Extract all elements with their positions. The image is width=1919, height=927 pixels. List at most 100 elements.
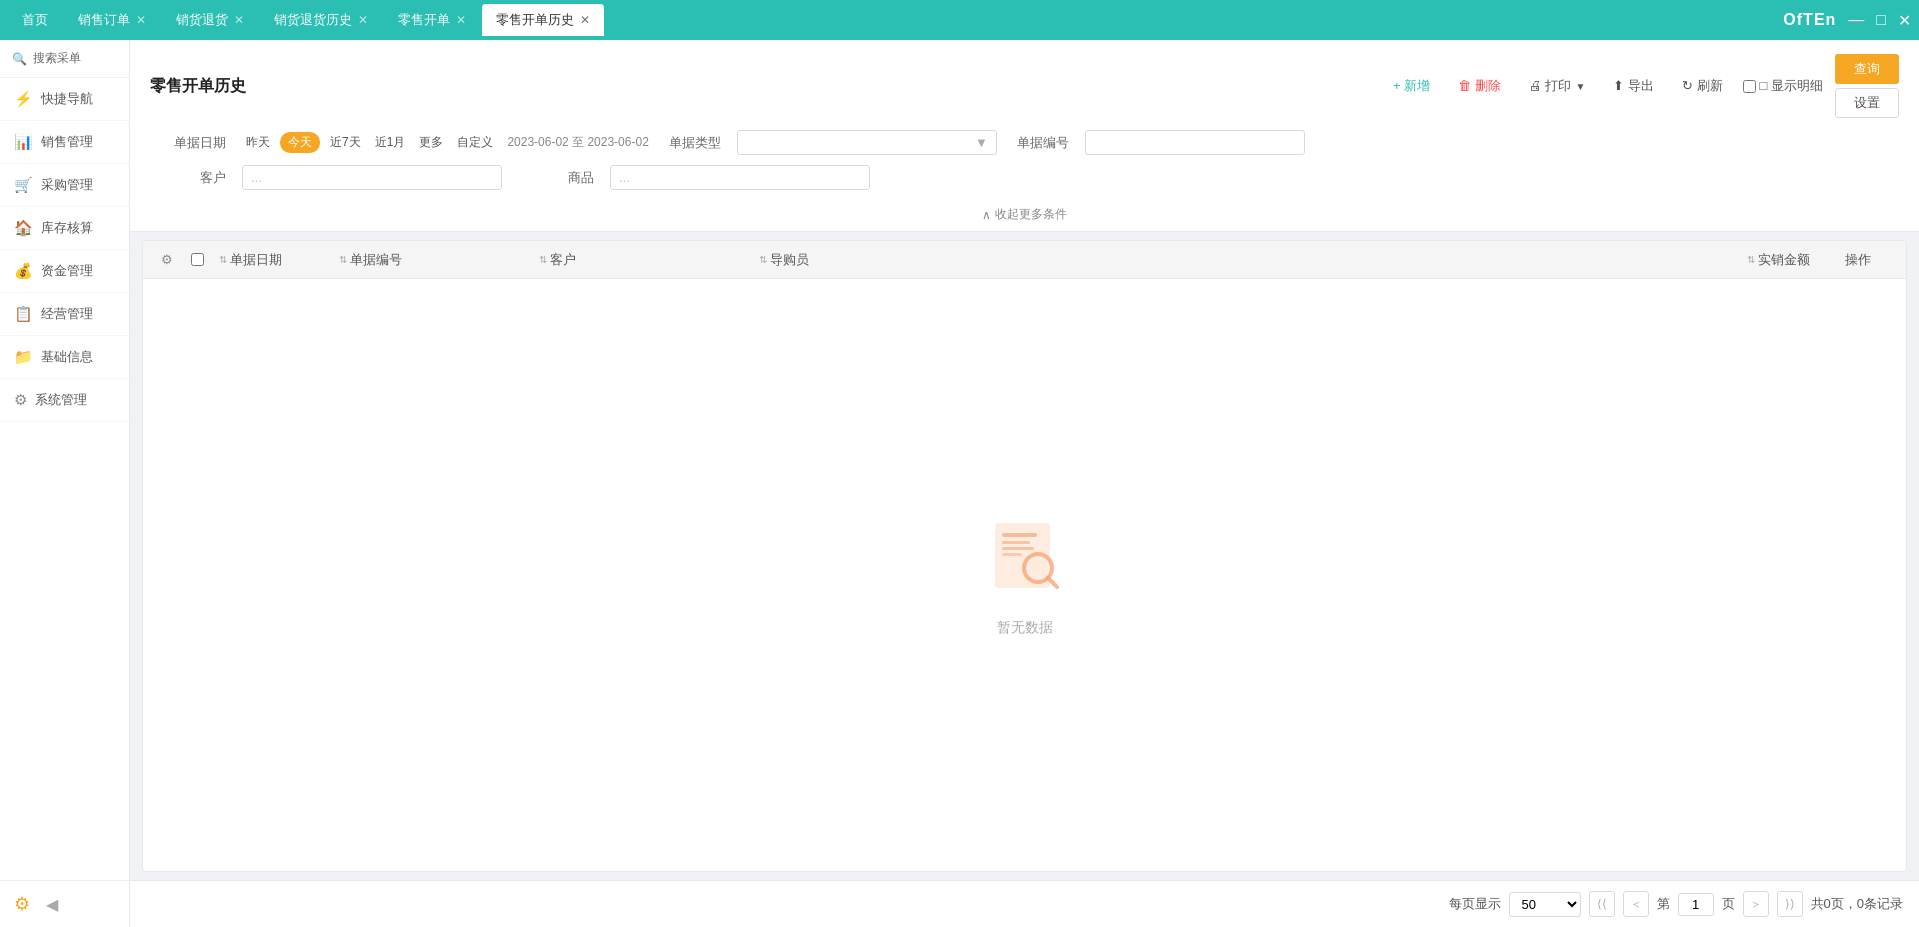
sidebar-item-operations[interactable]: 📋 经营管理 bbox=[0, 293, 129, 336]
last-page-button[interactable]: ⟩⟩ bbox=[1777, 891, 1803, 917]
sidebar-item-inventory-label: 库存核算 bbox=[41, 219, 93, 237]
display-detail-checkbox[interactable] bbox=[1743, 80, 1756, 93]
delete-button-label: 🗑 删除 bbox=[1458, 77, 1501, 95]
export-button[interactable]: ⬆ 导出 bbox=[1605, 73, 1662, 99]
tab-retail-open-history[interactable]: 零售开单历史 ✕ bbox=[482, 4, 604, 36]
print-button[interactable]: 🖨 打印 ▼ bbox=[1521, 73, 1594, 99]
brand-label: OfTEn bbox=[1783, 11, 1836, 29]
close-tab-sales-order-icon[interactable]: ✕ bbox=[136, 13, 146, 27]
tab-sales-return-history-label: 销货退货历史 bbox=[274, 11, 352, 29]
date-opt-yesterday[interactable]: 昨天 bbox=[242, 132, 274, 153]
sys-mgmt-icon: ⚙ bbox=[14, 391, 27, 409]
per-page-label: 每页显示 bbox=[1449, 895, 1501, 913]
close-tab-retail-open-history-icon[interactable]: ✕ bbox=[580, 13, 590, 27]
empty-state: 暂无数据 bbox=[143, 279, 1906, 871]
tab-sales-return-label: 销货退货 bbox=[176, 11, 228, 29]
select-all-checkbox[interactable] bbox=[191, 253, 204, 266]
bill-no-input[interactable] bbox=[1085, 130, 1305, 155]
th-customer-label: 客户 bbox=[550, 251, 576, 269]
table-header: ⚙ ⇅ 单据日期 ⇅ 单据编号 ⇅ 客户 ⇅ 导购员 bbox=[143, 241, 1906, 279]
sidebar-item-sales-mgmt-label: 销售管理 bbox=[41, 133, 93, 151]
per-page-select[interactable]: 50 100 200 bbox=[1509, 892, 1581, 917]
page-input[interactable] bbox=[1678, 893, 1714, 916]
sidebar-item-operations-label: 经营管理 bbox=[41, 305, 93, 323]
sidebar-item-purchase-mgmt-label: 采购管理 bbox=[41, 176, 93, 194]
display-toggle[interactable]: □ 显示明细 bbox=[1743, 77, 1823, 95]
close-window-icon[interactable]: ✕ bbox=[1898, 11, 1911, 30]
maximize-icon[interactable]: □ bbox=[1876, 11, 1886, 29]
date-opt-more[interactable]: 更多 bbox=[415, 132, 447, 153]
prev-page-button[interactable]: ＜ bbox=[1623, 891, 1649, 917]
close-tab-sales-return-icon[interactable]: ✕ bbox=[234, 13, 244, 27]
close-tab-retail-open-icon[interactable]: ✕ bbox=[456, 13, 466, 27]
collapse-filter-row[interactable]: ∧ 收起更多条件 bbox=[170, 200, 1879, 231]
query-button[interactable]: 查询 bbox=[1835, 54, 1899, 84]
tab-retail-open[interactable]: 零售开单 ✕ bbox=[384, 4, 480, 36]
sidebar-item-sales-mgmt[interactable]: 📊 销售管理 bbox=[0, 121, 129, 164]
tab-home[interactable]: 首页 bbox=[8, 4, 62, 36]
bill-no-filter-label: 单据编号 bbox=[1013, 134, 1069, 152]
next-page-button[interactable]: ＞ bbox=[1743, 891, 1769, 917]
date-opt-1month[interactable]: 近1月 bbox=[371, 132, 410, 153]
sidebar-settings-icon[interactable]: ⚙ bbox=[14, 893, 30, 915]
first-page-button[interactable]: ⟨⟨ bbox=[1589, 891, 1615, 917]
sidebar-search[interactable]: 🔍 搜索采单 bbox=[0, 40, 129, 78]
sort-amount-icon[interactable]: ⇅ bbox=[1747, 254, 1755, 265]
sort-no-icon[interactable]: ⇅ bbox=[339, 254, 347, 265]
content-area: 零售开单历史 + 新增 🗑 删除 🖨 打印 ▼ ⬆ 导出 bbox=[130, 40, 1919, 927]
refresh-button[interactable]: ↻ 刷新 bbox=[1674, 73, 1731, 99]
bill-type-filter-label: 单据类型 bbox=[665, 134, 721, 152]
filter-row-1: 单据日期 昨天 今天 近7天 近1月 更多 自定义 2023-06-02 至 2… bbox=[170, 130, 1879, 155]
sidebar: 🔍 搜索采单 ⚡ 快捷导航 📊 销售管理 🛒 采购管理 🏠 库存核算 💰 资金管… bbox=[0, 40, 130, 927]
close-tab-sales-return-history-icon[interactable]: ✕ bbox=[358, 13, 368, 27]
bill-type-select[interactable]: ▼ bbox=[737, 130, 997, 155]
collapse-icon: ∧ bbox=[982, 208, 991, 222]
filter-row-2: 客户 ... 商品 ... bbox=[170, 165, 1879, 190]
topbar-right: OfTEn — □ ✕ bbox=[1783, 11, 1911, 30]
table-settings-icon[interactable]: ⚙ bbox=[151, 252, 183, 267]
setting-button[interactable]: 设置 bbox=[1835, 88, 1899, 118]
sidebar-item-quick-nav[interactable]: ⚡ 快捷导航 bbox=[0, 78, 129, 121]
sidebar-collapse-icon[interactable]: ◀ bbox=[46, 895, 58, 914]
th-op: 操作 bbox=[1818, 251, 1898, 269]
sidebar-item-base-info[interactable]: 📁 基础信息 bbox=[0, 336, 129, 379]
base-info-icon: 📁 bbox=[14, 348, 33, 366]
th-op-label: 操作 bbox=[1845, 251, 1871, 269]
sort-guide-icon[interactable]: ⇅ bbox=[759, 254, 767, 265]
table-select-all-checkbox[interactable] bbox=[183, 253, 211, 266]
pagination-bar: 每页显示 50 100 200 ⟨⟨ ＜ 第 页 ＞ ⟩⟩ 共0页，0条记录 bbox=[130, 880, 1919, 927]
quick-nav-icon: ⚡ bbox=[14, 90, 33, 108]
sort-date-icon[interactable]: ⇅ bbox=[219, 254, 227, 265]
new-button[interactable]: + 新增 bbox=[1385, 73, 1438, 99]
svg-rect-4 bbox=[1002, 553, 1022, 556]
tab-sales-order[interactable]: 销售订单 ✕ bbox=[64, 4, 160, 36]
tab-sales-return-history[interactable]: 销货退货历史 ✕ bbox=[260, 4, 382, 36]
sort-customer-icon[interactable]: ⇅ bbox=[539, 254, 547, 265]
top-tabbar: 首页 销售订单 ✕ 销货退货 ✕ 销货退货历史 ✕ 零售开单 ✕ 零售开单历史 … bbox=[0, 0, 1919, 40]
total-label: 共0页，0条记录 bbox=[1811, 895, 1903, 913]
sidebar-item-base-info-label: 基础信息 bbox=[41, 348, 93, 366]
sidebar-item-purchase-mgmt[interactable]: 🛒 采购管理 bbox=[0, 164, 129, 207]
tab-sales-order-label: 销售订单 bbox=[78, 11, 130, 29]
finance-icon: 💰 bbox=[14, 262, 33, 280]
goods-filter-label: 商品 bbox=[538, 169, 594, 187]
tab-sales-return[interactable]: 销货退货 ✕ bbox=[162, 4, 258, 36]
collapse-label: 收起更多条件 bbox=[995, 206, 1067, 223]
page-title-row: 零售开单历史 + 新增 🗑 删除 🖨 打印 ▼ ⬆ 导出 bbox=[150, 54, 1899, 118]
sidebar-item-quick-nav-label: 快捷导航 bbox=[41, 90, 93, 108]
goods-input[interactable]: ... bbox=[610, 165, 870, 190]
sidebar-item-inventory[interactable]: 🏠 库存核算 bbox=[0, 207, 129, 250]
print-dropdown-icon[interactable]: ▼ bbox=[1575, 81, 1585, 92]
customer-ellipsis: ... bbox=[251, 170, 262, 185]
search-icon: 🔍 bbox=[12, 52, 27, 66]
date-opt-custom[interactable]: 自定义 bbox=[453, 132, 497, 153]
date-opt-today[interactable]: 今天 bbox=[280, 132, 320, 153]
delete-button[interactable]: 🗑 删除 bbox=[1450, 73, 1509, 99]
sidebar-item-finance[interactable]: 💰 资金管理 bbox=[0, 250, 129, 293]
minimize-icon[interactable]: — bbox=[1848, 11, 1864, 29]
purchase-mgmt-icon: 🛒 bbox=[14, 176, 33, 194]
toolbar: + 新增 🗑 删除 🖨 打印 ▼ ⬆ 导出 ↻ 刷新 bbox=[1385, 54, 1899, 118]
date-opt-7days[interactable]: 近7天 bbox=[326, 132, 365, 153]
sidebar-item-sys-mgmt[interactable]: ⚙ 系统管理 bbox=[0, 379, 129, 422]
customer-input[interactable]: ... bbox=[242, 165, 502, 190]
